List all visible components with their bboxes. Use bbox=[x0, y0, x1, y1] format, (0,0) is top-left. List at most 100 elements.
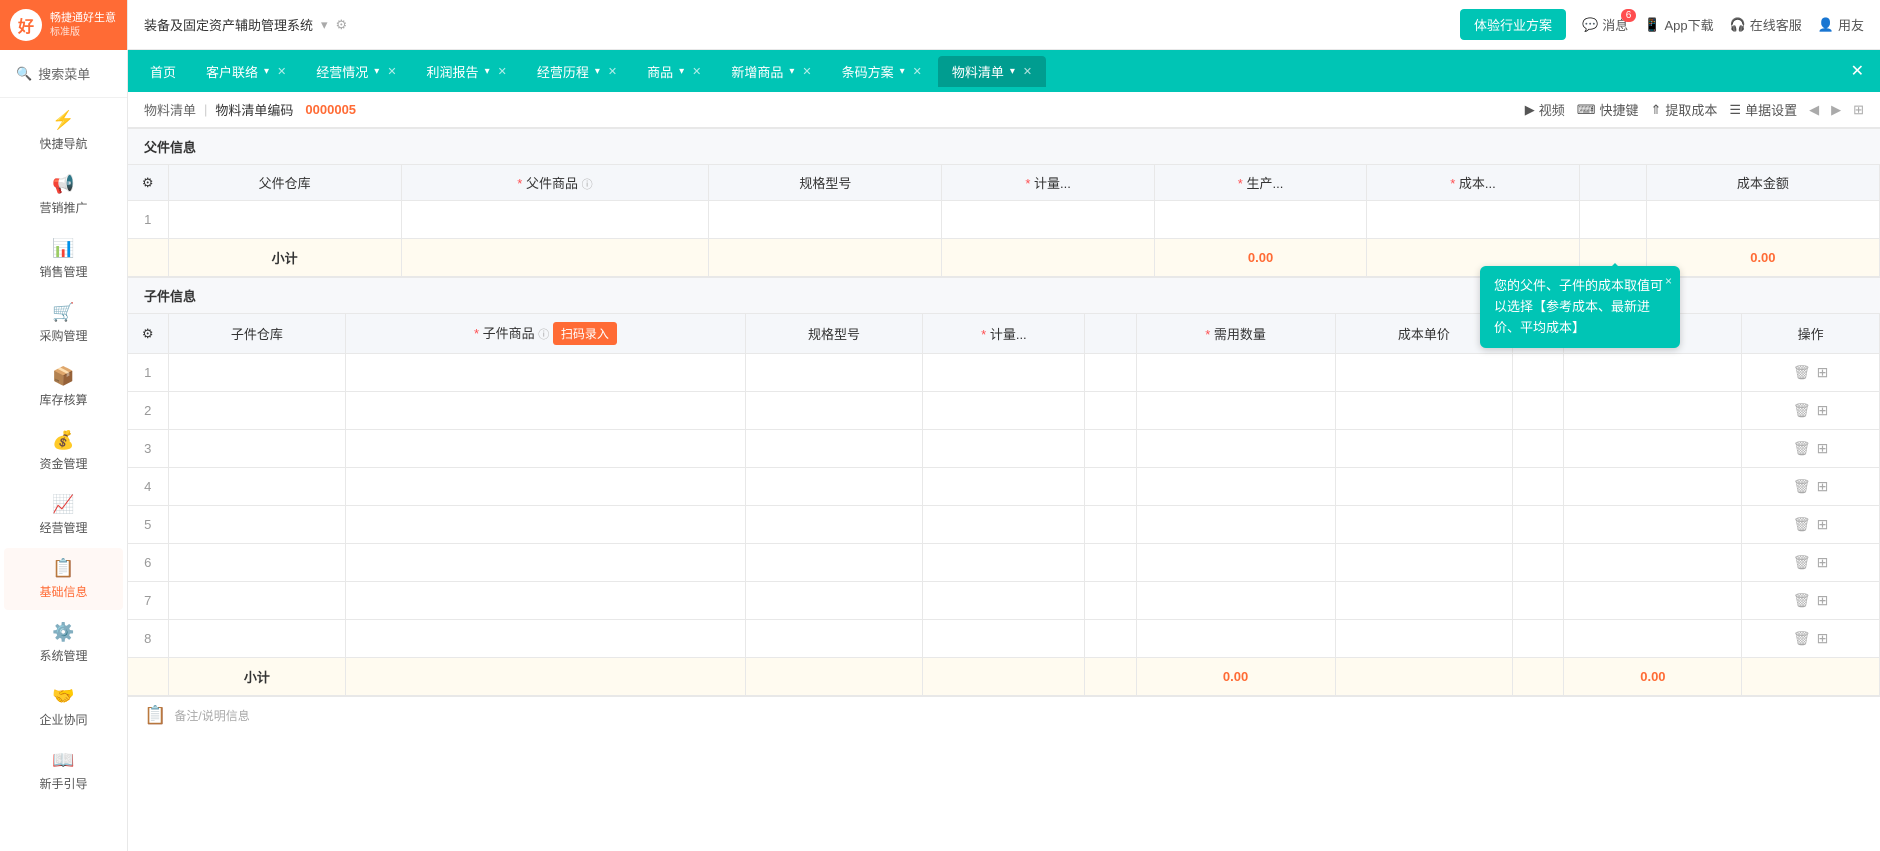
child-unit-cost-1[interactable] bbox=[1335, 392, 1513, 430]
video-button[interactable]: ▶ 视频 bbox=[1525, 100, 1565, 119]
nav-tab-3[interactable]: 利润报告▾✕ bbox=[413, 56, 521, 87]
child-delete-icon-0[interactable]: 🗑 bbox=[1793, 364, 1811, 381]
child-unit-cost-5[interactable] bbox=[1335, 544, 1513, 582]
child-delete-icon-7[interactable]: 🗑 bbox=[1793, 630, 1811, 647]
child-extra-5[interactable] bbox=[1085, 544, 1136, 582]
child-copy-icon-3[interactable]: ⊞ bbox=[1817, 478, 1829, 495]
child-amount-3[interactable] bbox=[1564, 468, 1742, 506]
nav-right-icon[interactable]: ▶ bbox=[1831, 102, 1841, 118]
child-spec-0[interactable] bbox=[745, 354, 923, 392]
child-copy-icon-4[interactable]: ⊞ bbox=[1817, 516, 1829, 533]
gear-icon[interactable]: ⚙ bbox=[336, 17, 348, 33]
child-warehouse-0[interactable] bbox=[168, 354, 346, 392]
app-download-button[interactable]: 📱 App下载 bbox=[1644, 15, 1713, 34]
nav-tab-close-8[interactable]: ✕ bbox=[1023, 65, 1032, 78]
child-amount-1[interactable] bbox=[1564, 392, 1742, 430]
child-product-6[interactable] bbox=[346, 582, 745, 620]
nav-tab-close-1[interactable]: ✕ bbox=[277, 65, 286, 78]
trial-button[interactable]: 体验行业方案 bbox=[1460, 9, 1566, 40]
sidebar-item-4[interactable]: 📦 库存核算 bbox=[4, 356, 123, 418]
shortcut-button[interactable]: ⌨ 快捷键 bbox=[1577, 100, 1639, 119]
child-spec-6[interactable] bbox=[745, 582, 923, 620]
child-amount-5[interactable] bbox=[1564, 544, 1742, 582]
sidebar-item-10[interactable]: 📖 新手引导 bbox=[4, 740, 123, 802]
tooltip-close-button[interactable]: × bbox=[1665, 272, 1672, 291]
child-extra-7[interactable] bbox=[1085, 620, 1136, 658]
child-copy-icon-2[interactable]: ⊞ bbox=[1817, 440, 1829, 457]
search-menu-button[interactable]: 🔍 搜索菜单 bbox=[8, 58, 119, 89]
child-product-4[interactable] bbox=[346, 506, 745, 544]
parent-production[interactable] bbox=[1154, 201, 1366, 239]
child-copy-icon-0[interactable]: ⊞ bbox=[1817, 364, 1829, 381]
child-qty-unit-5[interactable] bbox=[923, 544, 1085, 582]
child-spec-5[interactable] bbox=[745, 544, 923, 582]
child-needed-qty-4[interactable] bbox=[1136, 506, 1335, 544]
nav-tab-1[interactable]: 客户联络▾✕ bbox=[192, 56, 300, 87]
parent-amount[interactable] bbox=[1646, 201, 1879, 239]
user-menu-button[interactable]: 👤 用友 bbox=[1818, 15, 1864, 34]
child-extra-0[interactable] bbox=[1085, 354, 1136, 392]
child-product-5[interactable] bbox=[346, 544, 745, 582]
sidebar-item-0[interactable]: ⚡ 快捷导航 bbox=[4, 100, 123, 162]
child-warehouse-6[interactable] bbox=[168, 582, 346, 620]
child-unit-cost-6[interactable] bbox=[1335, 582, 1513, 620]
child-spec-2[interactable] bbox=[745, 430, 923, 468]
sidebar-item-2[interactable]: 📊 销售管理 bbox=[4, 228, 123, 290]
scan-input-button[interactable]: 扫码录入 bbox=[553, 322, 617, 345]
child-amount-2[interactable] bbox=[1564, 430, 1742, 468]
child-copy-icon-5[interactable]: ⊞ bbox=[1817, 554, 1829, 571]
child-extra2-0[interactable] bbox=[1513, 354, 1564, 392]
child-qty-unit-0[interactable] bbox=[923, 354, 1085, 392]
child-extra2-2[interactable] bbox=[1513, 430, 1564, 468]
child-needed-qty-5[interactable] bbox=[1136, 544, 1335, 582]
nav-tab-close-4[interactable]: ✕ bbox=[608, 65, 617, 78]
child-warehouse-7[interactable] bbox=[168, 620, 346, 658]
child-extra2-3[interactable] bbox=[1513, 468, 1564, 506]
child-delete-icon-1[interactable]: 🗑 bbox=[1793, 402, 1811, 419]
child-needed-qty-1[interactable] bbox=[1136, 392, 1335, 430]
child-qty-unit-1[interactable] bbox=[923, 392, 1085, 430]
child-copy-icon-6[interactable]: ⊞ bbox=[1817, 592, 1829, 609]
nav-tab-5[interactable]: 商品▾✕ bbox=[633, 56, 715, 87]
nav-tab-0[interactable]: 首页 bbox=[136, 56, 190, 87]
child-needed-qty-0[interactable] bbox=[1136, 354, 1335, 392]
child-qty-unit-4[interactable] bbox=[923, 506, 1085, 544]
child-delete-icon-3[interactable]: 🗑 bbox=[1793, 478, 1811, 495]
breadcrumb-item-1[interactable]: 物料清单 bbox=[144, 100, 196, 119]
child-copy-icon-7[interactable]: ⊞ bbox=[1817, 630, 1829, 647]
child-delete-icon-5[interactable]: 🗑 bbox=[1793, 554, 1811, 571]
child-unit-cost-4[interactable] bbox=[1335, 506, 1513, 544]
child-qty-unit-3[interactable] bbox=[923, 468, 1085, 506]
sidebar-item-1[interactable]: 📢 营销推广 bbox=[4, 164, 123, 226]
child-copy-icon-1[interactable]: ⊞ bbox=[1817, 402, 1829, 419]
parent-qty-unit[interactable] bbox=[942, 201, 1154, 239]
child-amount-4[interactable] bbox=[1564, 506, 1742, 544]
nav-tab-close-6[interactable]: ✕ bbox=[802, 65, 811, 78]
child-warehouse-3[interactable] bbox=[168, 468, 346, 506]
child-extra2-5[interactable] bbox=[1513, 544, 1564, 582]
nav-tab-2[interactable]: 经营情况▾✕ bbox=[302, 56, 410, 87]
child-spec-4[interactable] bbox=[745, 506, 923, 544]
sidebar-item-3[interactable]: 🛒 采购管理 bbox=[4, 292, 123, 354]
child-qty-unit-6[interactable] bbox=[923, 582, 1085, 620]
child-extra2-4[interactable] bbox=[1513, 506, 1564, 544]
nav-tab-close-5[interactable]: ✕ bbox=[692, 65, 701, 78]
child-delete-icon-6[interactable]: 🗑 bbox=[1793, 592, 1811, 609]
child-unit-cost-2[interactable] bbox=[1335, 430, 1513, 468]
child-product-2[interactable] bbox=[346, 430, 745, 468]
child-spec-1[interactable] bbox=[745, 392, 923, 430]
nav-tab-4[interactable]: 经营历程▾✕ bbox=[523, 56, 631, 87]
nav-left-icon[interactable]: ◀ bbox=[1809, 102, 1819, 118]
grid-view-icon[interactable]: ⊞ bbox=[1853, 102, 1864, 118]
child-needed-qty-7[interactable] bbox=[1136, 620, 1335, 658]
child-amount-0[interactable] bbox=[1564, 354, 1742, 392]
child-unit-cost-0[interactable] bbox=[1335, 354, 1513, 392]
child-product-0[interactable] bbox=[346, 354, 745, 392]
child-qty-unit-7[interactable] bbox=[923, 620, 1085, 658]
parent-cost-val[interactable] bbox=[1367, 201, 1579, 239]
message-button[interactable]: 💬 消息 6 bbox=[1582, 15, 1628, 34]
nav-tab-8[interactable]: 物料清单▾✕ bbox=[938, 56, 1046, 87]
child-extra-6[interactable] bbox=[1085, 582, 1136, 620]
child-spec-7[interactable] bbox=[745, 620, 923, 658]
sidebar-item-8[interactable]: ⚙️ 系统管理 bbox=[4, 612, 123, 674]
